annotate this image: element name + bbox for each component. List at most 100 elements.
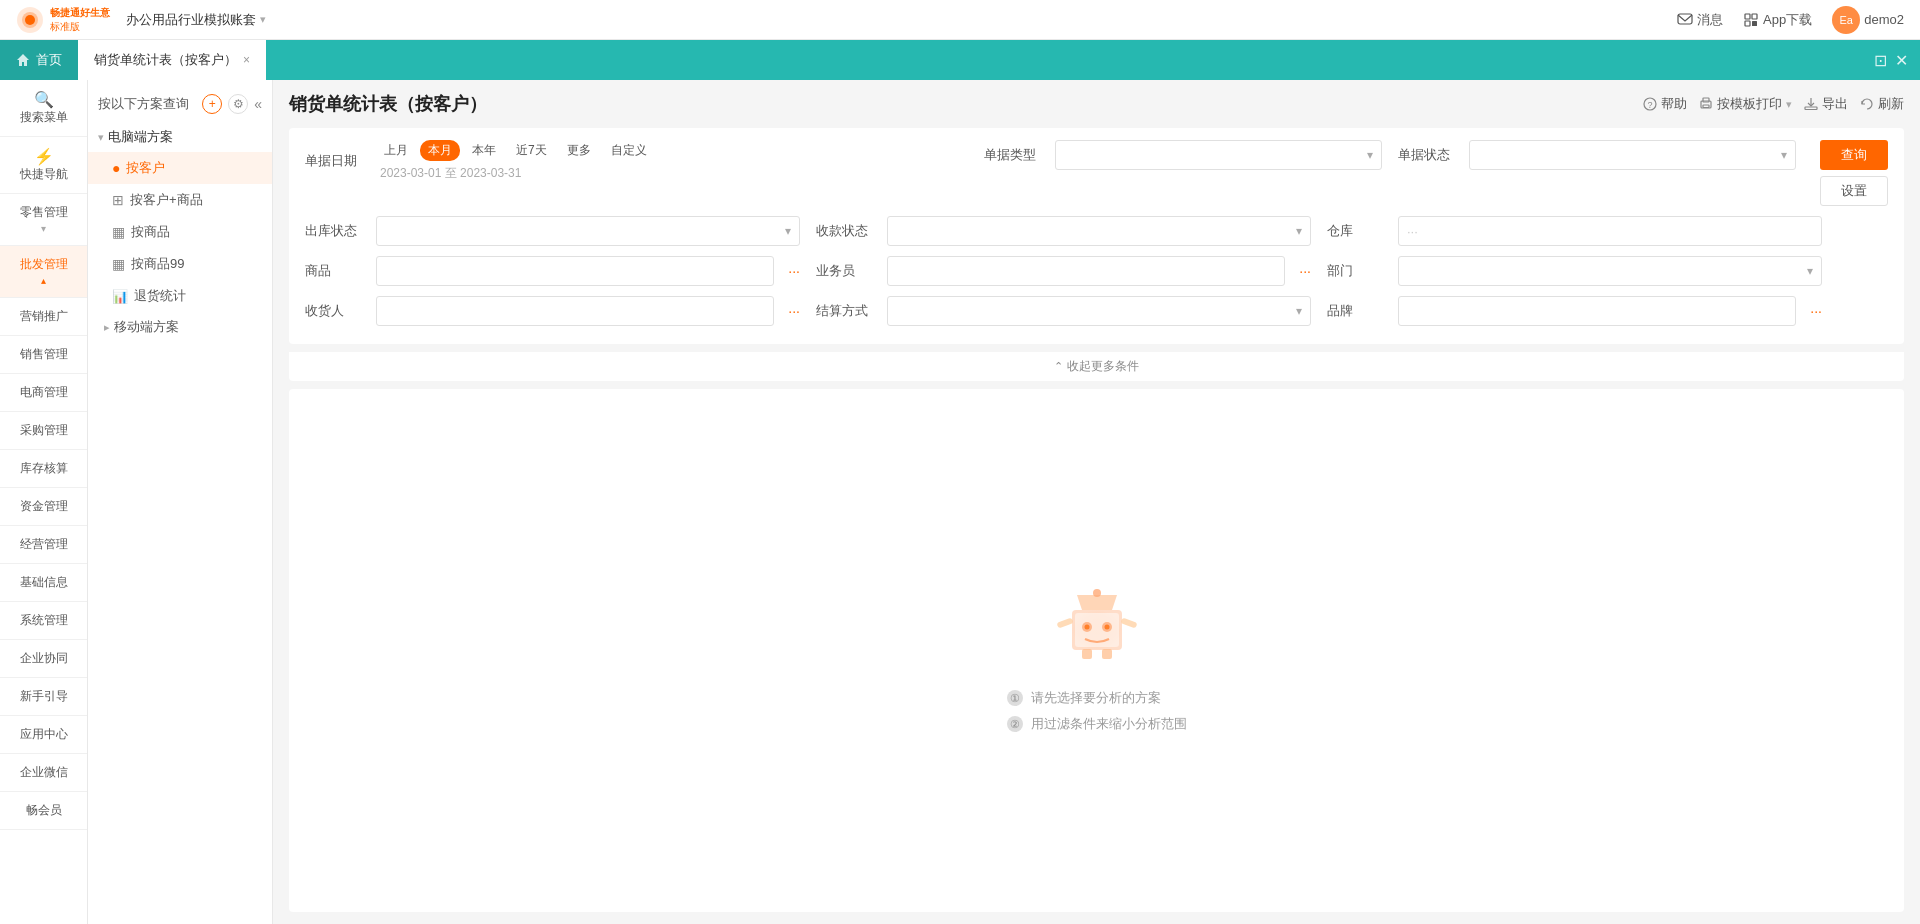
plan-collapse-button[interactable]: « bbox=[254, 96, 262, 112]
empty-state: ① 请先选择要分析的方案 ② 用过滤条件来缩小分析范围 bbox=[289, 389, 1904, 912]
sidebar-item-purchase[interactable]: 采购管理 bbox=[0, 412, 87, 450]
quicknav-icon: ⚡ bbox=[4, 147, 83, 166]
recipient-more-icon[interactable]: ··· bbox=[788, 303, 800, 319]
plan-group-mobile-label: 移动端方案 bbox=[114, 318, 179, 336]
sidebar-item-newbie[interactable]: 新手引导 bbox=[0, 678, 87, 716]
date-btn-last-7-days[interactable]: 近7天 bbox=[508, 140, 555, 161]
right-actions: 查询 设置 bbox=[1812, 140, 1888, 206]
svg-rect-21 bbox=[1056, 617, 1073, 628]
tab-home[interactable]: 首页 bbox=[0, 40, 78, 80]
date-btn-last-month[interactable]: 上月 bbox=[376, 140, 416, 161]
plan-add-button[interactable]: + bbox=[202, 94, 222, 114]
sidebar-item-quicknav[interactable]: ⚡ 快捷导航 bbox=[0, 137, 87, 194]
settlement-dropdown[interactable]: ▾ bbox=[887, 296, 1311, 326]
plan-panel: 按以下方案查询 + ⚙ « ▾ 电脑端方案 ● 按客户 ⊞ 按 bbox=[88, 80, 273, 924]
sidebar-item-member[interactable]: 畅会员 bbox=[0, 792, 87, 830]
export-button[interactable]: 导出 bbox=[1804, 95, 1848, 113]
window-close-icon[interactable]: ✕ bbox=[1895, 51, 1908, 70]
date-btn-this-year[interactable]: 本年 bbox=[464, 140, 504, 161]
collapse-row[interactable]: ⌃ 收起更多条件 bbox=[289, 352, 1904, 381]
settings-button[interactable]: 设置 bbox=[1820, 176, 1888, 206]
out-status-arrow-icon: ▾ bbox=[785, 224, 791, 238]
sidebar-item-wholesale[interactable]: 批发管理 ▴ bbox=[0, 246, 87, 298]
date-quick-selector: 上月 本月 本年 近7天 更多 自定义 bbox=[376, 140, 655, 161]
brand-more-icon[interactable]: ··· bbox=[1810, 303, 1822, 319]
plan-item-customer-goods[interactable]: ⊞ 按客户+商品 bbox=[88, 184, 272, 216]
payment-status-dropdown[interactable]: ▾ bbox=[887, 216, 1311, 246]
refresh-button[interactable]: 刷新 bbox=[1860, 95, 1904, 113]
main-content: 销货单统计表（按客户） ? 帮助 bbox=[273, 80, 1920, 924]
sidebar-item-sales-mgmt[interactable]: 销售管理 bbox=[0, 336, 87, 374]
sidebar-item-basic-info[interactable]: 基础信息 bbox=[0, 564, 87, 602]
tip-num-2: ② bbox=[1007, 716, 1023, 732]
svg-marker-8 bbox=[17, 54, 29, 66]
brand-dropdown[interactable] bbox=[1398, 296, 1796, 326]
plan-item-return-stat[interactable]: 📊 退货统计 bbox=[88, 280, 272, 312]
page-title-bar: 销货单统计表（按客户） ? 帮助 bbox=[289, 92, 1904, 116]
date-btn-this-month[interactable]: 本月 bbox=[420, 140, 460, 161]
retail-arrow-icon: ▾ bbox=[41, 223, 46, 234]
plan-group-desktop-header[interactable]: ▾ 电脑端方案 bbox=[88, 122, 272, 152]
query-button[interactable]: 查询 bbox=[1820, 140, 1888, 170]
wholesale-arrow-icon: ▴ bbox=[41, 275, 46, 286]
logo-icon bbox=[16, 6, 44, 34]
message-action[interactable]: 消息 bbox=[1677, 11, 1723, 29]
payment-status-label: 收款状态 bbox=[816, 222, 871, 240]
settlement-label: 结算方式 bbox=[816, 302, 871, 320]
page-actions: ? 帮助 按模板打印 ▾ bbox=[1643, 95, 1904, 113]
out-status-dropdown[interactable]: ▾ bbox=[376, 216, 800, 246]
tab-sales-stat-label: 销货单统计表（按客户） bbox=[94, 51, 237, 69]
plan-settings-button[interactable]: ⚙ bbox=[228, 94, 248, 114]
tab-sales-stat[interactable]: 销货单统计表（按客户） × bbox=[78, 40, 266, 80]
sidebar-item-finance[interactable]: 资金管理 bbox=[0, 488, 87, 526]
sidebar-item-newbie-label: 新手引导 bbox=[4, 688, 83, 705]
sidebar-item-enterprise[interactable]: 企业协同 bbox=[0, 640, 87, 678]
doc-status-dropdown[interactable]: ▾ bbox=[1469, 140, 1796, 170]
goods-more-icon[interactable]: ··· bbox=[788, 263, 800, 279]
warehouse-placeholder: ··· bbox=[1407, 224, 1418, 239]
settlement-arrow-icon: ▾ bbox=[1296, 304, 1302, 318]
by-goods-icon: ▦ bbox=[112, 224, 125, 240]
sidebar-item-operations[interactable]: 经营管理 bbox=[0, 526, 87, 564]
sidebar-item-app-center[interactable]: 应用中心 bbox=[0, 716, 87, 754]
help-button[interactable]: ? 帮助 bbox=[1643, 95, 1687, 113]
sidebar-item-inventory[interactable]: 库存核算 bbox=[0, 450, 87, 488]
plan-item-by-goods-99[interactable]: ▦ 按商品99 bbox=[88, 248, 272, 280]
sidebar-item-search[interactable]: 🔍 搜索菜单 bbox=[0, 80, 87, 137]
sidebar-item-marketing[interactable]: 营销推广 bbox=[0, 298, 87, 336]
svg-rect-14 bbox=[1805, 107, 1817, 110]
plan-item-by-goods[interactable]: ▦ 按商品 bbox=[88, 216, 272, 248]
recipient-dropdown[interactable] bbox=[376, 296, 774, 326]
warehouse-dropdown[interactable]: ··· bbox=[1398, 216, 1822, 246]
sidebar-item-wechat[interactable]: 企业微信 bbox=[0, 754, 87, 792]
plan-panel-actions: + ⚙ « bbox=[202, 94, 262, 114]
sidebar-item-ecommerce[interactable]: 电商管理 bbox=[0, 374, 87, 412]
svg-point-19 bbox=[1084, 624, 1089, 629]
user-action[interactable]: Ea demo2 bbox=[1832, 6, 1904, 34]
industry-selector[interactable]: 办公用品行业模拟账套 ▾ bbox=[118, 11, 274, 29]
sidebar-item-system[interactable]: 系统管理 bbox=[0, 602, 87, 640]
template-print-button[interactable]: 按模板打印 ▾ bbox=[1699, 95, 1792, 113]
logo-text: 畅捷通好生意 标准版 bbox=[50, 6, 110, 34]
salesperson-dropdown[interactable] bbox=[887, 256, 1285, 286]
goods-dropdown[interactable] bbox=[376, 256, 774, 286]
doc-type-label: 单据类型 bbox=[984, 146, 1039, 164]
svg-point-23 bbox=[1093, 589, 1101, 597]
help-label: 帮助 bbox=[1661, 95, 1687, 113]
plan-panel-title: 按以下方案查询 bbox=[98, 95, 189, 113]
sidebar-item-search-label: 搜索菜单 bbox=[4, 109, 83, 126]
date-btn-more[interactable]: 更多 bbox=[559, 140, 599, 161]
sidebar-item-retail-label: 零售管理 bbox=[4, 204, 83, 221]
department-dropdown[interactable]: ▾ bbox=[1398, 256, 1822, 286]
app-download-action[interactable]: App下载 bbox=[1743, 11, 1812, 29]
department-label: 部门 bbox=[1327, 262, 1382, 280]
window-restore-icon[interactable]: ⊡ bbox=[1874, 51, 1887, 70]
date-btn-custom[interactable]: 自定义 bbox=[603, 140, 655, 161]
tab-close-icon[interactable]: × bbox=[243, 53, 250, 67]
plan-item-by-customer[interactable]: ● 按客户 bbox=[88, 152, 272, 184]
sidebar-item-sales-mgmt-label: 销售管理 bbox=[4, 346, 83, 363]
salesperson-more-icon[interactable]: ··· bbox=[1299, 263, 1311, 279]
doc-type-dropdown[interactable]: ▾ bbox=[1055, 140, 1382, 170]
sidebar-item-retail[interactable]: 零售管理 ▾ bbox=[0, 194, 87, 246]
plan-group-mobile-header[interactable]: ▸ 移动端方案 bbox=[88, 312, 272, 342]
